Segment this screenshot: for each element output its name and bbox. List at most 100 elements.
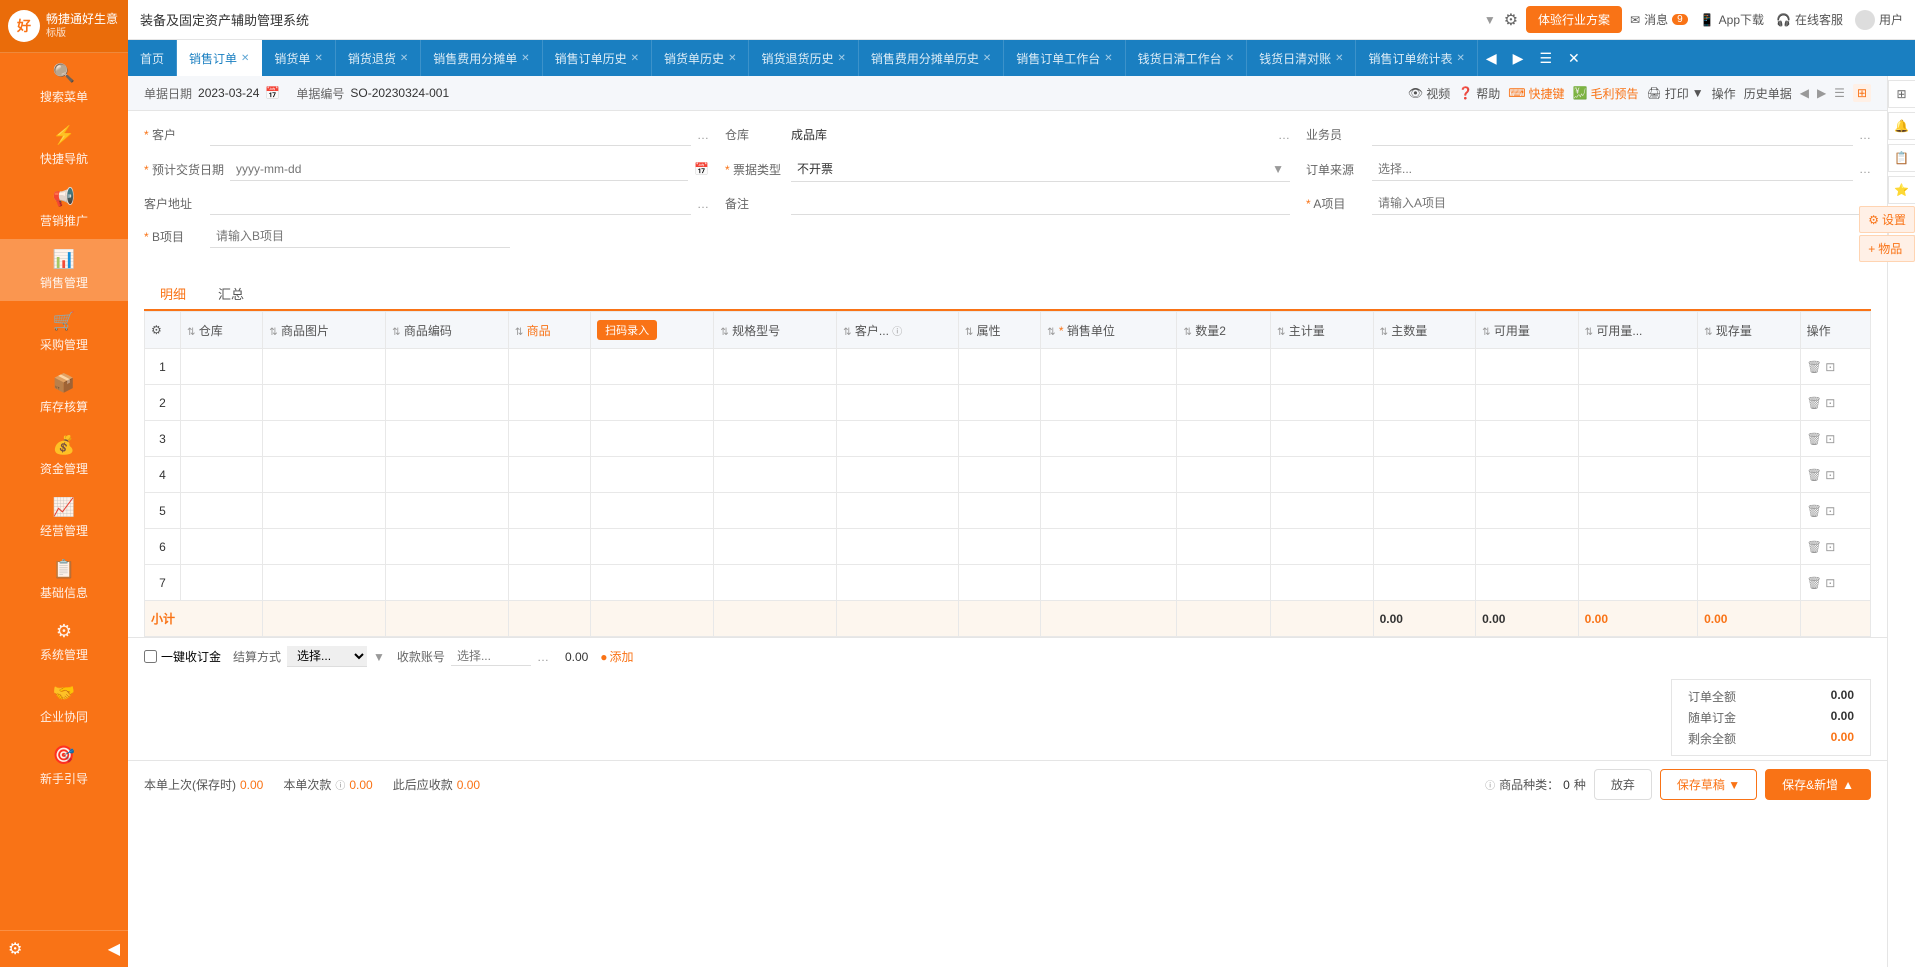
- date-picker-icon[interactable]: 📅: [694, 162, 709, 176]
- col-warehouse[interactable]: ⇅ 仓库: [181, 312, 263, 349]
- history-btn[interactable]: 历史单据: [1744, 85, 1792, 102]
- float-btn-1[interactable]: ⊞: [1888, 80, 1915, 108]
- profit-btn[interactable]: 💹 毛利预告: [1573, 85, 1639, 102]
- cell-5-avail2[interactable]: [1578, 493, 1697, 529]
- order-source-input[interactable]: [1372, 158, 1853, 181]
- save-draft-button[interactable]: 保存草稿 ▼: [1660, 769, 1757, 800]
- sidebar-item-quick[interactable]: ⚡ 快捷导航: [0, 115, 128, 177]
- cell-1-product[interactable]: [508, 349, 590, 385]
- cell-3-stock[interactable]: [1698, 421, 1801, 457]
- tab-summary[interactable]: 汇总: [202, 278, 260, 309]
- cell-3-main-qty[interactable]: [1373, 421, 1476, 457]
- cell-7-product[interactable]: [508, 565, 590, 601]
- quick-order-checkbox-label[interactable]: 一键收订金: [144, 648, 221, 665]
- tab-goods-history[interactable]: 销货单历史 ✕: [652, 40, 749, 76]
- cell-6-attr[interactable]: [958, 529, 1040, 565]
- sidebar-item-basic-info[interactable]: 📋 基础信息: [0, 549, 128, 611]
- sidebar-item-finance[interactable]: 💰 资金管理: [0, 425, 128, 487]
- cell-6-spec[interactable]: [714, 529, 837, 565]
- cell-2-stock[interactable]: [1698, 385, 1801, 421]
- cell-3-avail2[interactable]: [1578, 421, 1697, 457]
- sidebar-item-guide[interactable]: 🎯 新手引导: [0, 735, 128, 797]
- account-more-icon[interactable]: …: [537, 650, 549, 664]
- cell-4-spec[interactable]: [714, 457, 837, 493]
- cell-4-stock[interactable]: [1698, 457, 1801, 493]
- delivery-date-input[interactable]: [230, 158, 688, 181]
- tab-stats[interactable]: 销售订单统计表 ✕: [1356, 40, 1477, 76]
- cell-5-unit[interactable]: [1041, 493, 1177, 529]
- cell-1-warehouse[interactable]: [181, 349, 263, 385]
- calendar-icon[interactable]: 📅: [265, 86, 280, 100]
- staff-more-icon[interactable]: …: [1859, 128, 1871, 142]
- tab-expense-history[interactable]: 销售费用分摊单历史 ✕: [859, 40, 1004, 76]
- cell-5-avail[interactable]: [1476, 493, 1579, 529]
- cell-6-qty2[interactable]: [1177, 529, 1271, 565]
- tab-close-stats[interactable]: ✕: [1457, 53, 1465, 64]
- cell-6-avail2[interactable]: [1578, 529, 1697, 565]
- cell-5-customer-code[interactable]: [837, 493, 959, 529]
- cell-4-product[interactable]: [508, 457, 590, 493]
- row-6-copy-icon[interactable]: ⊡: [1825, 540, 1835, 554]
- cell-7-unit[interactable]: [1041, 565, 1177, 601]
- grid-view-icon[interactable]: ⊞: [1853, 84, 1871, 102]
- tab-close-expense[interactable]: ✕: [521, 53, 529, 64]
- cell-2-spec[interactable]: [714, 385, 837, 421]
- goods-quick-btn[interactable]: + 物品: [1859, 235, 1887, 262]
- tab-close-expense-history[interactable]: ✕: [983, 53, 991, 64]
- cell-3-image[interactable]: [263, 421, 386, 457]
- col-stock[interactable]: ⇅ 现存量: [1698, 312, 1801, 349]
- float-btn-4[interactable]: ⭐: [1888, 176, 1915, 204]
- print-btn[interactable]: 🖨 打印 ▼: [1647, 85, 1704, 102]
- staff-input[interactable]: [1372, 123, 1853, 146]
- cell-4-image[interactable]: [263, 457, 386, 493]
- cell-4-unit[interactable]: [1041, 457, 1177, 493]
- sidebar-item-purchase[interactable]: 🛒 采购管理: [0, 301, 128, 363]
- cell-5-image[interactable]: [263, 493, 386, 529]
- row-delete-icon[interactable]: 🗑: [1807, 360, 1822, 374]
- tab-home[interactable]: 首页: [128, 40, 177, 76]
- cell-1-main-unit[interactable]: [1271, 349, 1374, 385]
- order-source-more-icon[interactable]: …: [1859, 162, 1871, 176]
- tab-menu-btn[interactable]: ☰: [1531, 50, 1560, 67]
- invoice-select[interactable]: 不开票 ▼: [791, 156, 1290, 182]
- tab-sales-order[interactable]: 销售订单 ✕: [177, 40, 262, 76]
- tab-expense-split[interactable]: 销售费用分摊单 ✕: [421, 40, 542, 76]
- col-attr[interactable]: ⇅ 属性: [958, 312, 1040, 349]
- cell-4-avail2[interactable]: [1578, 457, 1697, 493]
- tab-return[interactable]: 销货退货 ✕: [336, 40, 421, 76]
- shortcut-btn[interactable]: ⌨ 快捷键: [1508, 85, 1564, 102]
- row-7-delete-icon[interactable]: 🗑: [1807, 576, 1822, 590]
- cell-6-code[interactable]: [386, 529, 509, 565]
- cell-7-spec[interactable]: [714, 565, 837, 601]
- col-avail[interactable]: ⇅ 可用量: [1476, 312, 1579, 349]
- row-2-delete-icon[interactable]: 🗑: [1807, 396, 1822, 410]
- tab-close-sales-goods[interactable]: ✕: [314, 53, 322, 64]
- cell-1-avail2[interactable]: [1578, 349, 1697, 385]
- sidebar-item-management[interactable]: 📈 经营管理: [0, 487, 128, 549]
- col-code[interactable]: ⇅ 商品编码: [386, 312, 509, 349]
- cell-1-unit[interactable]: [1041, 349, 1177, 385]
- cell-3-avail[interactable]: [1476, 421, 1579, 457]
- user-area[interactable]: 用户: [1855, 10, 1903, 30]
- online-service-area[interactable]: 🎧 在线客服: [1776, 11, 1843, 28]
- col-customer-code[interactable]: ⇅ 客户... ⓘ: [837, 312, 959, 349]
- settings-quick-btn[interactable]: ⚙ 设置: [1859, 206, 1887, 233]
- cell-7-stock[interactable]: [1698, 565, 1801, 601]
- operation-btn[interactable]: 操作: [1712, 85, 1736, 102]
- save-draft-arrow[interactable]: ▼: [1728, 778, 1740, 792]
- cell-3-product[interactable]: [508, 421, 590, 457]
- col-unit[interactable]: ⇅ * 销售单位: [1041, 312, 1177, 349]
- cell-1-image[interactable]: [263, 349, 386, 385]
- cell-1-qty2[interactable]: [1177, 349, 1271, 385]
- col-avail2[interactable]: ⇅ 可用量...: [1578, 312, 1697, 349]
- cell-1-avail[interactable]: [1476, 349, 1579, 385]
- col-qty2[interactable]: ⇅ 数量2: [1177, 312, 1271, 349]
- tab-return-history[interactable]: 销货退货历史 ✕: [749, 40, 858, 76]
- cell-3-main-unit[interactable]: [1271, 421, 1374, 457]
- sidebar-item-search[interactable]: 🔍 搜索菜单: [0, 53, 128, 115]
- row-5-delete-icon[interactable]: 🗑: [1807, 504, 1822, 518]
- cell-3-customer-code[interactable]: [837, 421, 959, 457]
- cell-4-customer-code[interactable]: [837, 457, 959, 493]
- tab-close-order-history[interactable]: ✕: [631, 53, 639, 64]
- cell-2-unit[interactable]: [1041, 385, 1177, 421]
